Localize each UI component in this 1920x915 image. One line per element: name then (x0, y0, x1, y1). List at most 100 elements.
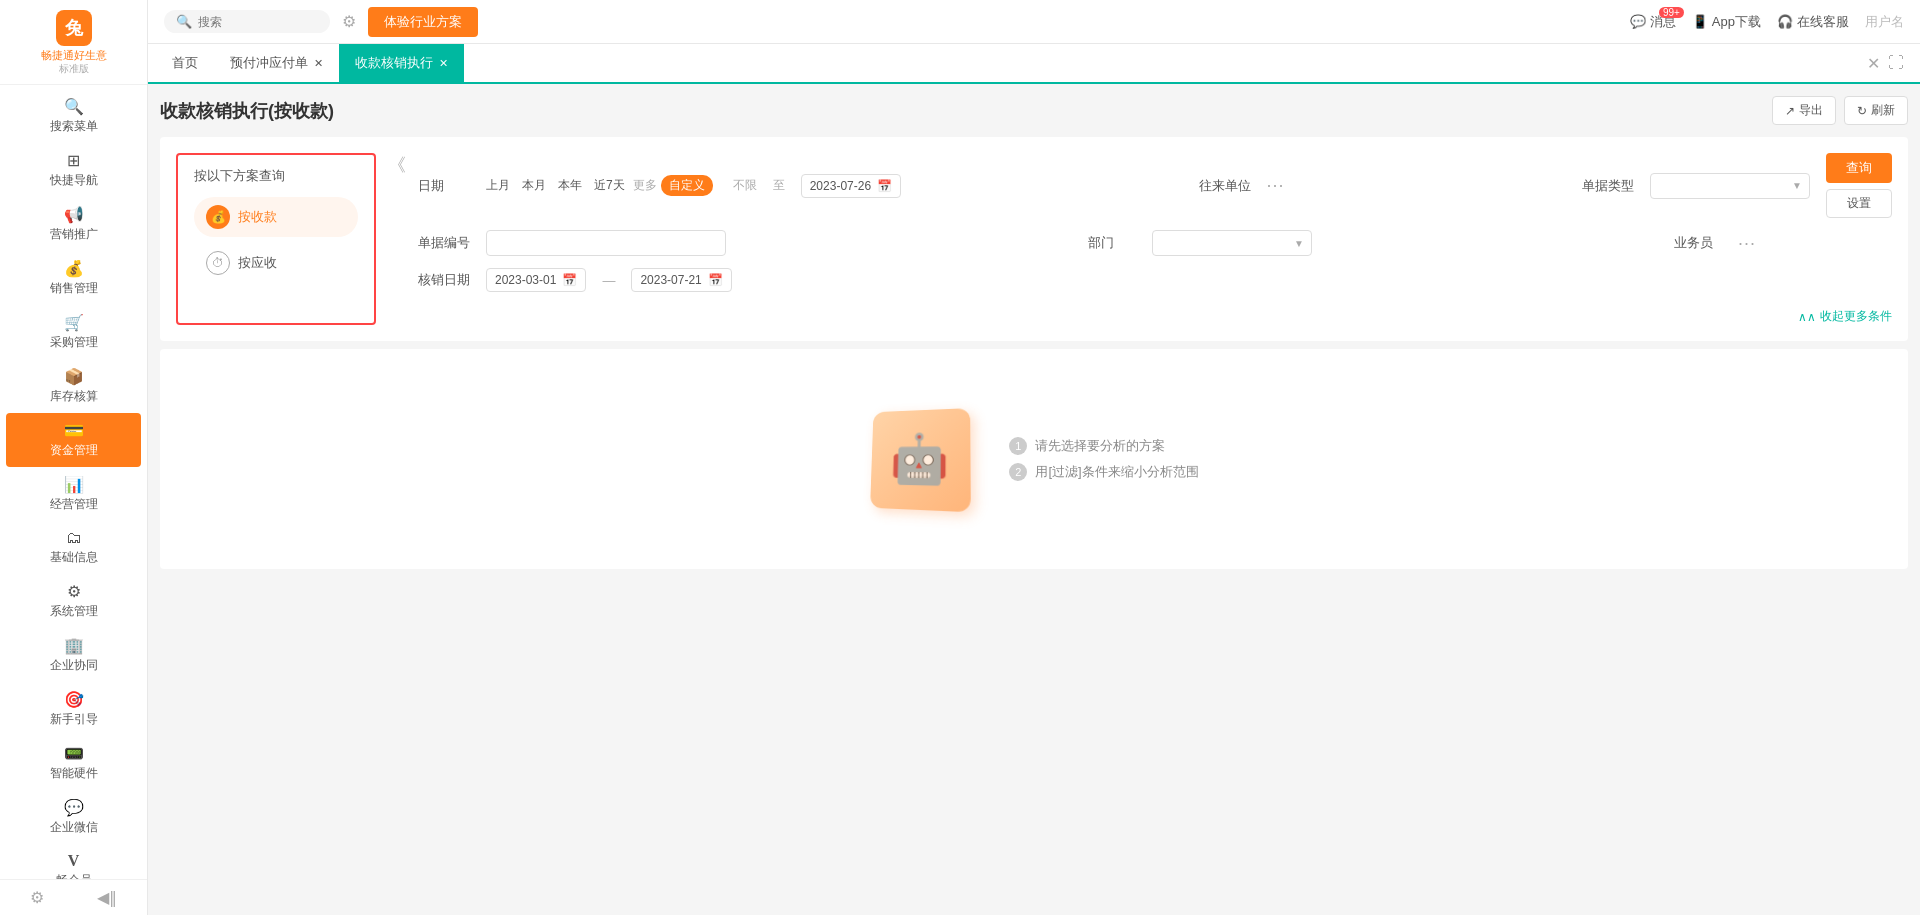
topbar-search-box[interactable]: 🔍 (164, 10, 330, 33)
date-range-sep: — (602, 273, 615, 288)
user-name[interactable]: 用户名 (1865, 13, 1904, 31)
filter-option-by-receivable[interactable]: ⏱ 按应收 (194, 243, 358, 283)
sidebar-item-member[interactable]: V 畅会员 (0, 844, 147, 879)
sales-icon: 💰 (64, 259, 84, 278)
dept-select-wrapper: ▼ (1152, 230, 1312, 256)
sidebar-item-label: 营销推广 (50, 226, 98, 243)
shortcut-custom[interactable]: 自定义 (661, 175, 713, 196)
sidebar-item-operation[interactable]: 📊 经营管理 (0, 467, 147, 521)
service-label: 在线客服 (1797, 13, 1849, 31)
tabbar: 首页 预付冲应付单 ✕ 收款核销执行 ✕ ✕ ⛶ (148, 44, 1920, 84)
sidebar-item-search-menu[interactable]: 🔍 搜索菜单 (0, 89, 147, 143)
solution-button[interactable]: 体验行业方案 (368, 7, 478, 37)
tab-receipt-writeoff[interactable]: 收款核销执行 ✕ (339, 44, 464, 84)
date-to-input[interactable]: 2023-07-26 📅 (801, 174, 901, 198)
sidebar-item-guide[interactable]: 🎯 新手引导 (0, 682, 147, 736)
sidebar-item-quick-nav[interactable]: ⊞ 快捷导航 (0, 143, 147, 197)
sidebar-item-inventory[interactable]: 📦 库存核算 (0, 359, 147, 413)
filter-option-by-receipt[interactable]: 💰 按收款 (194, 197, 358, 237)
app-logo: 兔 畅捷通好生意 标准版 (0, 0, 147, 85)
basic-info-icon: 🗂 (66, 529, 82, 547)
message-button[interactable]: 💬 消息 99+ (1630, 13, 1676, 31)
shortcut-more[interactable]: 更多 (633, 177, 657, 194)
empty-state: 🤖 1 请先选择要分析的方案 2 用[过滤]条件来缩小分析范围 (160, 349, 1908, 569)
tab-prepay-label: 预付冲应付单 (230, 54, 308, 72)
empty-illustration: 🤖 (870, 408, 971, 512)
tab-receipt-writeoff-label: 收款核销执行 (355, 54, 433, 72)
system-icon: ⚙ (67, 582, 81, 601)
sidebar-item-label: 销售管理 (50, 280, 98, 297)
shortcut-this-year[interactable]: 本年 (554, 175, 586, 196)
sidebar-item-smart-hw[interactable]: 📟 智能硬件 (0, 736, 147, 790)
date-unlimited-label: 不限 (733, 177, 757, 194)
wechat-icon: 💬 (64, 798, 84, 817)
filter-option-by-receivable-label: 按应收 (238, 254, 277, 272)
dept-select[interactable] (1152, 230, 1312, 256)
quick-nav-icon: ⊞ (67, 151, 80, 170)
sidebar-item-capital[interactable]: 💳 资金管理 (6, 413, 141, 467)
page-title-bar: 收款核销执行(按收款) ↗ 导出 ↻ 刷新 (160, 96, 1908, 125)
online-service-button[interactable]: 🎧 在线客服 (1777, 13, 1849, 31)
empty-hints: 1 请先选择要分析的方案 2 用[过滤]条件来缩小分析范围 (1009, 437, 1198, 481)
tab-prepay-close[interactable]: ✕ (314, 57, 323, 70)
main-area: 🔍 ⚙ 体验行业方案 💬 消息 99+ 📱 App下载 🎧 在线客服 用户名 (148, 0, 1920, 915)
tab-home[interactable]: 首页 (156, 44, 214, 84)
search-input[interactable] (198, 15, 318, 29)
sidebar-item-basic-info[interactable]: 🗂 基础信息 (0, 521, 147, 574)
settings-bottom-icon[interactable]: ⚙ (30, 888, 44, 907)
tab-prepay[interactable]: 预付冲应付单 ✕ (214, 44, 339, 84)
collapse-filter-panel-button[interactable]: 《 (388, 153, 406, 177)
sidebar-item-label: 资金管理 (50, 442, 98, 459)
sidebar-item-system[interactable]: ⚙ 系统管理 (0, 574, 147, 628)
topbar: 🔍 ⚙ 体验行业方案 💬 消息 99+ 📱 App下载 🎧 在线客服 用户名 (148, 0, 1920, 44)
refresh-button[interactable]: ↻ 刷新 (1844, 96, 1908, 125)
sidebar-item-label: 采购管理 (50, 334, 98, 351)
sidebar-item-label: 企业协同 (50, 657, 98, 674)
staff-select-button[interactable]: ··· (1738, 233, 1756, 254)
doc-type-select-wrapper: ▼ (1650, 173, 1810, 199)
filter-panel: 按以下方案查询 💰 按收款 ⏱ 按应收 (176, 153, 376, 325)
sidebar-item-cooperation[interactable]: 🏢 企业协同 (0, 628, 147, 682)
writeoff-date-from-value: 2023-03-01 (495, 273, 556, 287)
date-to-value: 2023-07-26 (810, 179, 871, 193)
marketing-icon: 📢 (64, 205, 84, 224)
shortcut-this-month[interactable]: 本月 (518, 175, 550, 196)
tab-receipt-writeoff-close[interactable]: ✕ (439, 57, 448, 70)
message-icon: 💬 (1630, 14, 1646, 29)
query-button[interactable]: 查询 (1826, 153, 1892, 183)
topbar-right: 💬 消息 99+ 📱 App下载 🎧 在线客服 用户名 (1630, 13, 1904, 31)
partner-select-button[interactable]: ··· (1267, 175, 1285, 196)
doc-no-input[interactable] (486, 230, 726, 256)
empty-hint-2: 2 用[过滤]条件来缩小分析范围 (1009, 463, 1198, 481)
filter-area: 按以下方案查询 💰 按收款 ⏱ 按应收 《 日期 上月 (160, 137, 1908, 341)
query-form: 日期 上月 本月 本年 近7天 更多 自定义 不限 至 2023-07-26 📅 (418, 153, 1892, 325)
sidebar-item-wechat[interactable]: 💬 企业微信 (0, 790, 147, 844)
sidebar-item-marketing[interactable]: 📢 营销推广 (0, 197, 147, 251)
writeoff-date-from-input[interactable]: 2023-03-01 📅 (486, 268, 586, 292)
sidebar-item-purchase[interactable]: 🛒 采购管理 (0, 305, 147, 359)
form-row-2: 单据编号 部门 ▼ 业务员 ··· (418, 230, 1892, 256)
collapse-more-button[interactable]: ∧∧ 收起更多条件 (1798, 308, 1892, 325)
by-receipt-icon: 💰 (206, 205, 230, 229)
date-shortcuts: 上月 本月 本年 近7天 更多 自定义 (482, 175, 713, 196)
hint-num-2: 2 (1009, 463, 1027, 481)
writeoff-date-to-input[interactable]: 2023-07-21 📅 (631, 268, 731, 292)
sidebar-item-label: 畅会员 (56, 872, 92, 879)
page-actions: ↗ 导出 ↻ 刷新 (1772, 96, 1908, 125)
sidebar-item-sales[interactable]: 💰 销售管理 (0, 251, 147, 305)
sidebar-item-label: 快捷导航 (50, 172, 98, 189)
close-tab-icon[interactable]: ✕ (1867, 54, 1880, 73)
writeoff-calendar-to-icon: 📅 (708, 273, 723, 287)
shortcut-7days[interactable]: 近7天 (590, 175, 629, 196)
doc-type-select[interactable] (1650, 173, 1810, 199)
settings-button[interactable]: 设置 (1826, 189, 1892, 218)
filter-panel-title: 按以下方案查询 (194, 167, 358, 185)
shortcut-last-month[interactable]: 上月 (482, 175, 514, 196)
app-download-button[interactable]: 📱 App下载 (1692, 13, 1761, 31)
collapse-sidebar-icon[interactable]: ◀‖ (97, 888, 117, 907)
page-content: 收款核销执行(按收款) ↗ 导出 ↻ 刷新 按以下方案查询 💰 按收款 (148, 84, 1920, 915)
fullscreen-icon[interactable]: ⛶ (1888, 54, 1904, 72)
sidebar-item-label: 新手引导 (50, 711, 98, 728)
gear-icon[interactable]: ⚙ (342, 12, 356, 31)
export-button[interactable]: ↗ 导出 (1772, 96, 1836, 125)
